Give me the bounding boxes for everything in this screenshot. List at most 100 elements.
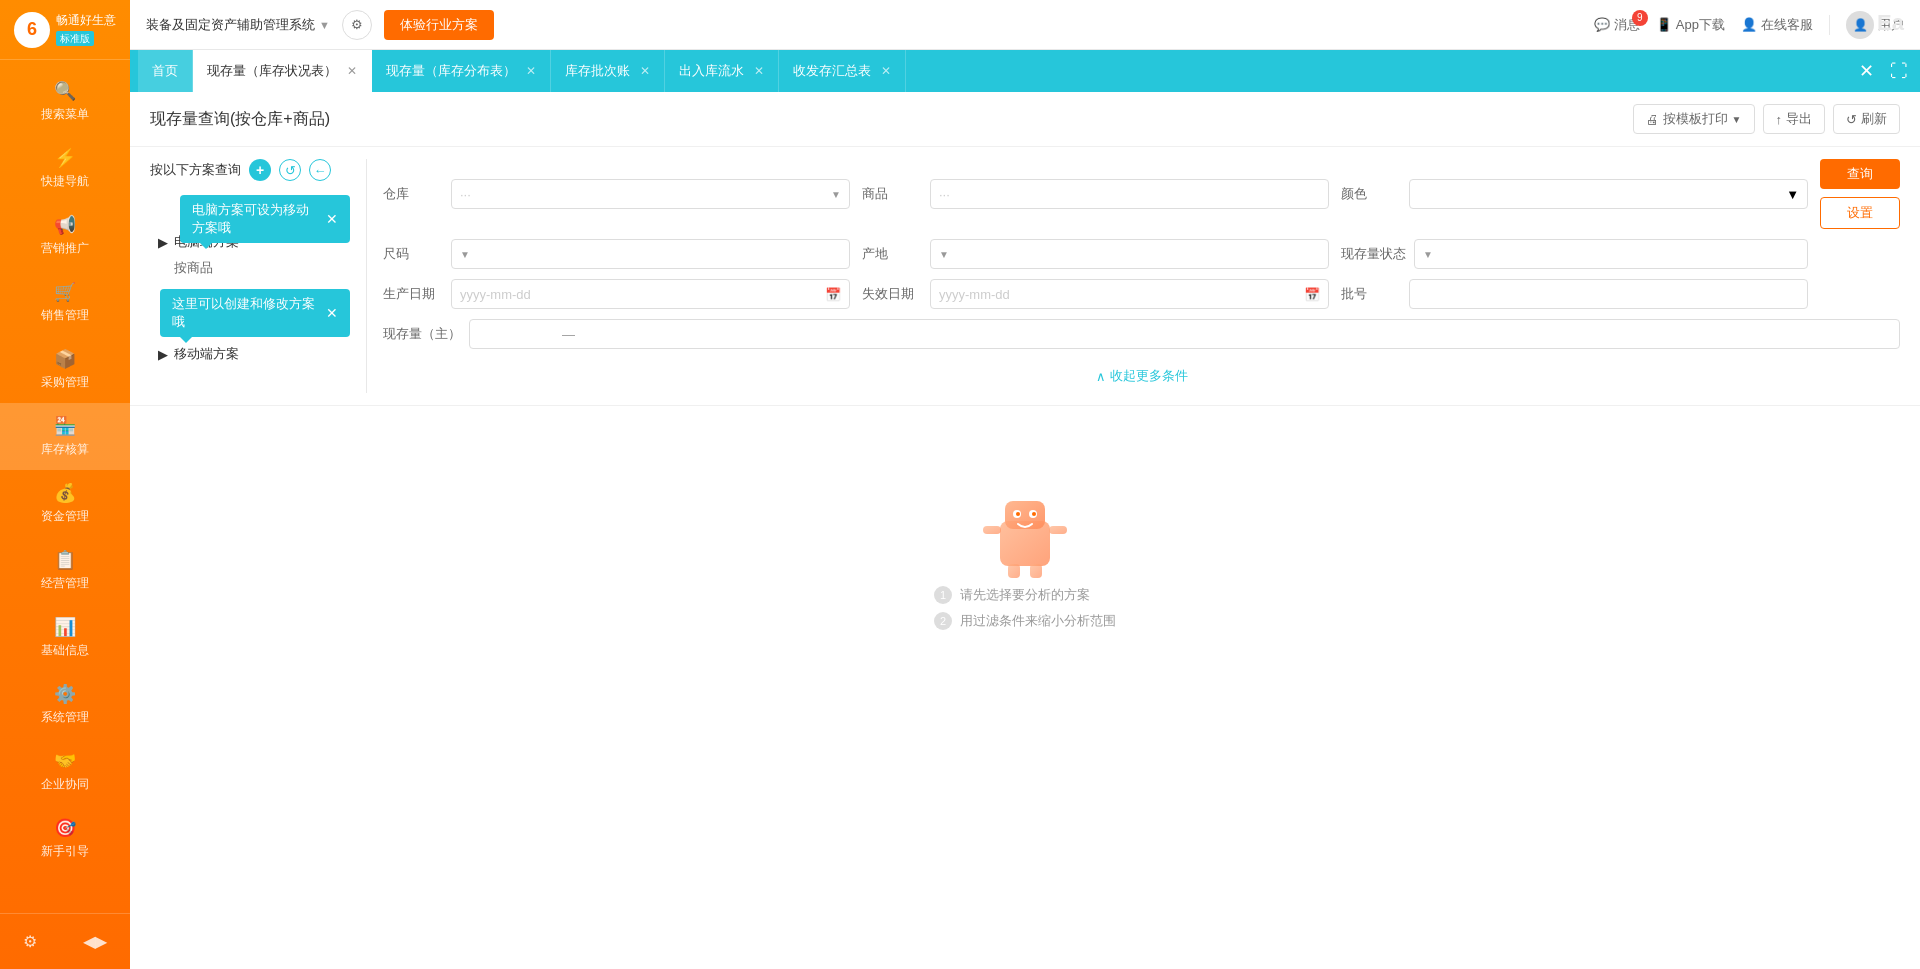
warehouse-select[interactable]: ··· ▼	[451, 179, 850, 209]
settings-bottom-icon[interactable]: ⚙	[17, 926, 43, 957]
online-service-label: 在线客服	[1761, 16, 1813, 34]
tab-inventory-status[interactable]: 现存量（库存状况表） ✕	[193, 50, 372, 92]
collapse-sidebar-icon[interactable]: ◀▶	[77, 926, 113, 957]
sidebar-item-search[interactable]: 🔍 搜索菜单	[0, 68, 130, 135]
scheme-mobile-label: 移动端方案	[174, 345, 239, 363]
sidebar-nav: 🔍 搜索菜单 ⚡ 快捷导航 📢 营销推广 🛒 销售管理 📦 采购管理 🏪 库存核…	[0, 60, 130, 913]
batch-label: 批号	[1341, 285, 1401, 303]
sidebar-item-purchase[interactable]: 📦 采购管理	[0, 336, 130, 403]
search-icon: 🔍	[54, 80, 76, 102]
sidebar-item-quick[interactable]: ⚡ 快捷导航	[0, 135, 130, 202]
calendar-icon: 📅	[1304, 287, 1320, 302]
tab-inout-flow[interactable]: 出入库流水 ✕	[665, 50, 779, 92]
origin-select[interactable]: ▼	[930, 239, 1329, 269]
tab-batch-ledger[interactable]: 库存批次账 ✕	[551, 50, 665, 92]
refresh-scheme-button[interactable]: ↺	[279, 159, 301, 181]
tooltip2-close[interactable]: ✕	[326, 305, 338, 321]
back-scheme-button[interactable]: ←	[309, 159, 331, 181]
prod-date-input[interactable]: yyyy-mm-dd 📅	[451, 279, 850, 309]
sidebar-item-label: 经营管理	[41, 575, 89, 592]
chevron-down-icon: ▼	[831, 189, 841, 200]
svg-point-4	[1016, 512, 1020, 516]
tab-home[interactable]: 首页	[138, 50, 193, 92]
search-button[interactable]: 查询	[1820, 159, 1900, 189]
sidebar-item-basic[interactable]: 📊 基础信息	[0, 604, 130, 671]
collapse-button[interactable]: ∧ 收起更多条件	[383, 359, 1900, 393]
export-icon: ↑	[1776, 112, 1783, 127]
logo-badge: 标准版	[56, 31, 94, 46]
empty-illustration	[975, 486, 1075, 586]
filter-dots-warehouse: ···	[460, 187, 471, 202]
stock-status-select[interactable]: ▼	[1414, 239, 1808, 269]
header-settings-button[interactable]: ⚙	[342, 10, 372, 40]
prod-date-label: 生产日期	[383, 285, 443, 303]
experience-button[interactable]: 体验行业方案	[384, 10, 494, 40]
reset-button[interactable]: 设置	[1820, 197, 1900, 229]
add-scheme-button[interactable]: +	[249, 159, 271, 181]
tooltip1-close[interactable]: ✕	[326, 211, 338, 227]
system-selector[interactable]: 装备及固定资产辅助管理系统 ▼	[146, 16, 330, 34]
refresh-button[interactable]: ↺ 刷新	[1833, 104, 1900, 134]
stock-qty-label: 现存量（主）	[383, 325, 461, 343]
scheme-mobile-header[interactable]: ▶ 移动端方案	[150, 341, 350, 367]
export-button[interactable]: ↑ 导出	[1763, 104, 1826, 134]
tab-actions: ✕ ⛶	[1855, 56, 1912, 86]
vertical-divider	[366, 159, 367, 393]
sidebar-item-sales[interactable]: 🛒 销售管理	[0, 269, 130, 336]
sidebar-item-system[interactable]: ⚙️ 系统管理	[0, 671, 130, 738]
goods-select[interactable]: ···	[930, 179, 1329, 209]
app-download-item[interactable]: 📱 App下载	[1656, 16, 1725, 34]
arrow-down-icon: ▼	[1786, 187, 1799, 202]
tab-close-all-icon[interactable]: ✕	[1855, 56, 1878, 86]
range-dash: —	[562, 327, 575, 342]
svg-rect-6	[1008, 564, 1020, 578]
tab-close-icon[interactable]: ✕	[754, 64, 764, 78]
stock-qty-to[interactable]	[579, 327, 659, 342]
tab-close-icon[interactable]: ✕	[640, 64, 650, 78]
warehouse-label: 仓库	[383, 185, 443, 203]
sidebar-item-enterprise[interactable]: 🤝 企业协同	[0, 738, 130, 805]
stock-qty-range[interactable]: —	[469, 319, 1900, 349]
tab-receipt-summary[interactable]: 收发存汇总表 ✕	[779, 50, 906, 92]
tab-inventory-status-label: 现存量（库存状况表）	[207, 62, 337, 80]
filter-header: 按以下方案查询 + ↺ ←	[150, 159, 350, 181]
sidebar-item-label: 库存核算	[41, 441, 89, 458]
tab-maximize-icon[interactable]: ⛶	[1886, 57, 1912, 86]
tab-inout-flow-label: 出入库流水	[679, 62, 744, 80]
print-button[interactable]: 🖨 按模板打印 ▼	[1633, 104, 1755, 134]
size-select[interactable]: ▼	[451, 239, 850, 269]
step-num-2: 2	[934, 612, 952, 630]
app-download-label: App下载	[1676, 16, 1725, 34]
system-name: 装备及固定资产辅助管理系统	[146, 16, 315, 34]
stock-qty-from[interactable]	[478, 327, 558, 342]
page-actions: 🖨 按模板打印 ▼ ↑ 导出 ↺ 刷新	[1633, 104, 1900, 134]
color-select[interactable]: ▼	[1409, 179, 1808, 209]
sidebar-item-guide[interactable]: 🎯 新手引导	[0, 805, 130, 872]
tab-close-icon[interactable]: ✕	[881, 64, 891, 78]
sidebar-item-finance[interactable]: 💰 资金管理	[0, 470, 130, 537]
scheme-item-goods[interactable]: 按商品	[150, 255, 350, 281]
scheme-tooltip-2: 这里可以创建和修改方案哦 ✕	[160, 289, 350, 337]
tab-close-icon[interactable]: ✕	[347, 64, 357, 78]
chevron-down-icon: ▼	[1732, 114, 1742, 125]
header-divider	[1829, 15, 1830, 35]
marketing-icon: 📢	[54, 214, 76, 236]
online-service-item[interactable]: 👤 在线客服	[1741, 16, 1813, 34]
step2-text: 用过滤条件来缩小分析范围	[960, 612, 1116, 630]
page-header: 现存量查询(按仓库+商品) 🖨 按模板打印 ▼ ↑ 导出 ↺ 刷新	[130, 92, 1920, 147]
expire-date-input[interactable]: yyyy-mm-dd 📅	[930, 279, 1329, 309]
step-num-1: 1	[934, 586, 952, 604]
tab-inventory-dist[interactable]: 现存量（库存分布表） ✕	[372, 50, 551, 92]
sidebar-item-marketing[interactable]: 📢 营销推广	[0, 202, 130, 269]
scheme-list: ▶ 电脑端方案 按商品 这里可以创建和修改方案哦 ✕ ▶ 移动端方案	[150, 229, 350, 367]
color-label: 颜色	[1341, 185, 1401, 203]
sidebar-item-operation[interactable]: 📋 经营管理	[0, 537, 130, 604]
header-right: 💬 9 消息 📱 App下载 👤 在线客服 👤 用户 Ea	[1594, 11, 1904, 39]
empty-step-1: 1 请先选择要分析的方案	[934, 586, 1116, 604]
finance-icon: 💰	[54, 482, 76, 504]
tab-close-icon[interactable]: ✕	[526, 64, 536, 78]
batch-input[interactable]	[1409, 279, 1808, 309]
notification-item[interactable]: 💬 9 消息	[1594, 16, 1640, 34]
filter-field-color: 颜色 ▼	[1341, 179, 1808, 209]
sidebar-item-inventory[interactable]: 🏪 库存核算	[0, 403, 130, 470]
